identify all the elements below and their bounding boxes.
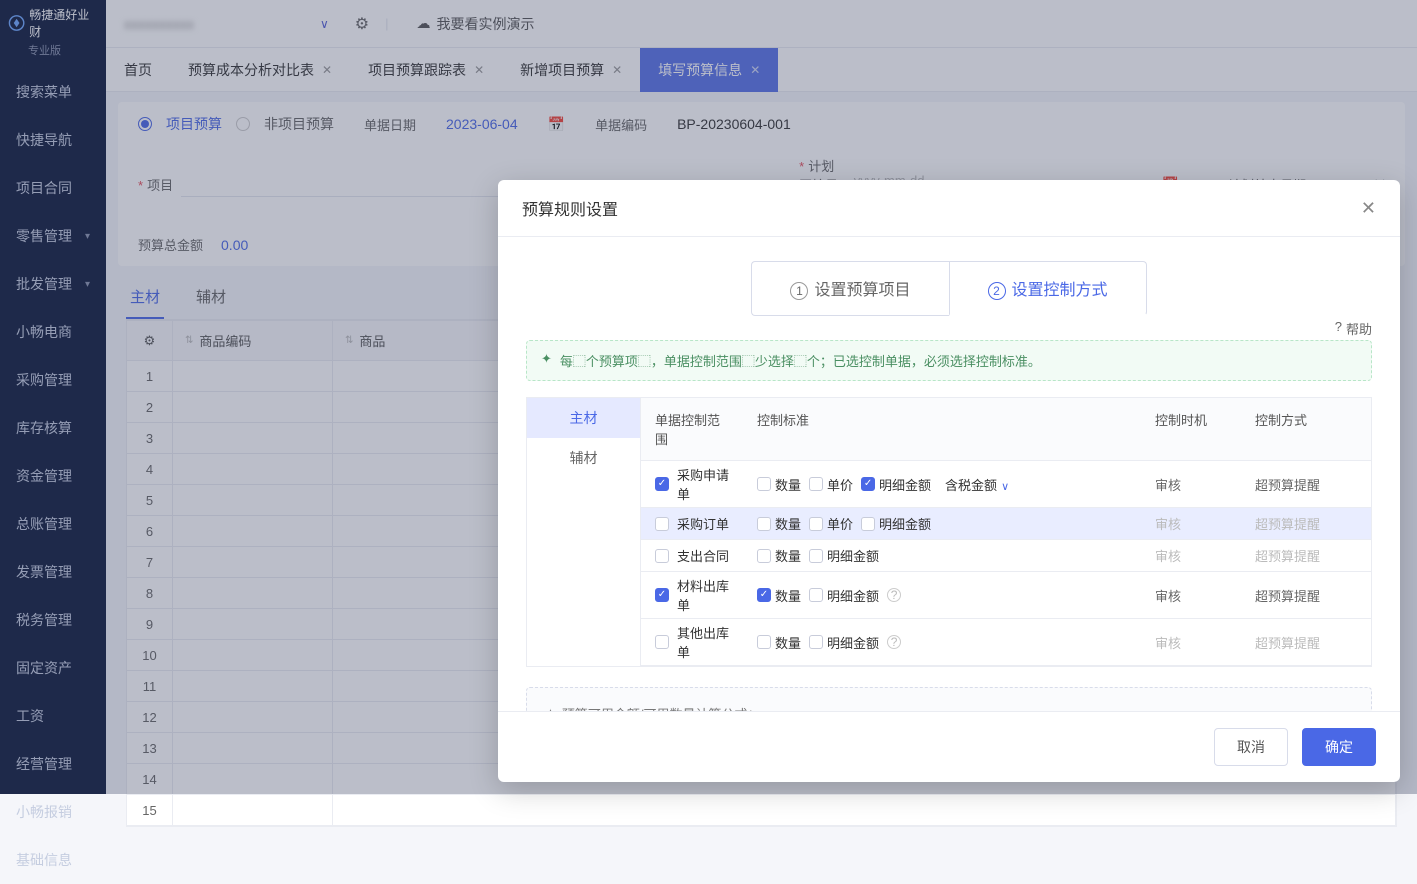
- modal-title: 预算规则设置: [522, 196, 618, 220]
- rth-scope: 单据控制范围: [641, 398, 743, 460]
- rule-side-aux[interactable]: 辅材: [527, 438, 640, 478]
- doc-checkbox[interactable]: [655, 477, 669, 491]
- help-icon[interactable]: ?: [887, 588, 901, 602]
- modal-body: 1设置预算项目 2设置控制方式 ?帮助 ✦ 每⬚个预算项⬚，单据控制范围⬚少选择…: [498, 237, 1400, 711]
- chevron-down-icon[interactable]: ∨: [1001, 481, 1009, 493]
- sidebar-item-15[interactable]: 小畅报销: [0, 788, 106, 836]
- sidebar-item-16[interactable]: 基础信息: [0, 836, 106, 884]
- rule-row-1: 采购订单数量单价明细金额审核超预算提醒: [641, 508, 1371, 540]
- step-tab-2[interactable]: 2设置控制方式: [949, 261, 1147, 316]
- std-checkbox[interactable]: [809, 588, 823, 602]
- formula-title: ✦预算可用金额/可用数量计算公式：: [545, 704, 1353, 711]
- doc-checkbox[interactable]: [655, 588, 669, 602]
- cancel-button[interactable]: 取消: [1214, 728, 1288, 766]
- grid-row[interactable]: 15: [127, 795, 1396, 826]
- modal-header: 预算规则设置 ✕: [498, 180, 1400, 237]
- std-checkbox[interactable]: [757, 588, 771, 602]
- doc-checkbox[interactable]: [655, 549, 669, 563]
- lightbulb-icon: ✦: [541, 351, 552, 370]
- std-checkbox[interactable]: [757, 477, 771, 491]
- lightbulb-icon: ✦: [545, 706, 556, 712]
- std-checkbox[interactable]: [861, 517, 875, 531]
- step-tabs: 1设置预算项目 2设置控制方式: [526, 261, 1372, 316]
- rule-row-4: 其他出库单数量明细金额?审核超预算提醒: [641, 619, 1371, 666]
- rule-side-main[interactable]: 主材: [527, 398, 640, 438]
- rule-area: 主材 辅材 单据控制范围 控制标准 控制时机 控制方式 采购申请单数量单价明细金…: [526, 397, 1372, 667]
- help-link[interactable]: ?帮助: [1335, 319, 1372, 338]
- doc-checkbox[interactable]: [655, 635, 669, 649]
- formula-box: ✦预算可用金额/可用数量计算公式： 材料采购预算：可用预算数 = 预算数 - 占…: [526, 687, 1372, 711]
- std-checkbox[interactable]: [757, 517, 771, 531]
- help-icon: ?: [1335, 319, 1342, 338]
- rule-side-tabs: 主材 辅材: [527, 398, 641, 666]
- confirm-button[interactable]: 确定: [1302, 728, 1376, 766]
- std-checkbox[interactable]: [757, 635, 771, 649]
- std-checkbox[interactable]: [809, 517, 823, 531]
- std-checkbox[interactable]: [861, 477, 875, 491]
- rule-table-header: 单据控制范围 控制标准 控制时机 控制方式: [641, 398, 1371, 461]
- std-checkbox[interactable]: [809, 549, 823, 563]
- rule-row-2: 支出合同数量明细金额审核超预算提醒: [641, 540, 1371, 572]
- rth-mode: 控制方式: [1241, 398, 1371, 460]
- std-checkbox[interactable]: [809, 477, 823, 491]
- rth-timing: 控制时机: [1141, 398, 1241, 460]
- std-checkbox[interactable]: [757, 549, 771, 563]
- hint-box: ✦ 每⬚个预算项⬚，单据控制范围⬚少选择⬚个；已选控制单据，必须选择控制标准。: [526, 340, 1372, 381]
- help-icon[interactable]: ?: [887, 635, 901, 649]
- doc-checkbox[interactable]: [655, 517, 669, 531]
- rth-standard: 控制标准: [743, 398, 1141, 460]
- rule-row-3: 材料出库单数量明细金额?审核超预算提醒: [641, 572, 1371, 619]
- step-tab-1[interactable]: 1设置预算项目: [751, 261, 948, 316]
- hint-text: 每⬚个预算项⬚，单据控制范围⬚少选择⬚个；已选控制单据，必须选择控制标准。: [560, 351, 1041, 370]
- std-checkbox[interactable]: [809, 635, 823, 649]
- modal-footer: 取消 确定: [498, 711, 1400, 782]
- budget-rule-modal: 预算规则设置 ✕ 1设置预算项目 2设置控制方式 ?帮助 ✦ 每⬚个预算项⬚，单…: [498, 180, 1400, 782]
- modal-close-icon[interactable]: ✕: [1361, 198, 1376, 219]
- rule-table: 单据控制范围 控制标准 控制时机 控制方式 采购申请单数量单价明细金额含税金额∨…: [641, 398, 1371, 666]
- rule-row-0: 采购申请单数量单价明细金额含税金额∨审核超预算提醒: [641, 461, 1371, 508]
